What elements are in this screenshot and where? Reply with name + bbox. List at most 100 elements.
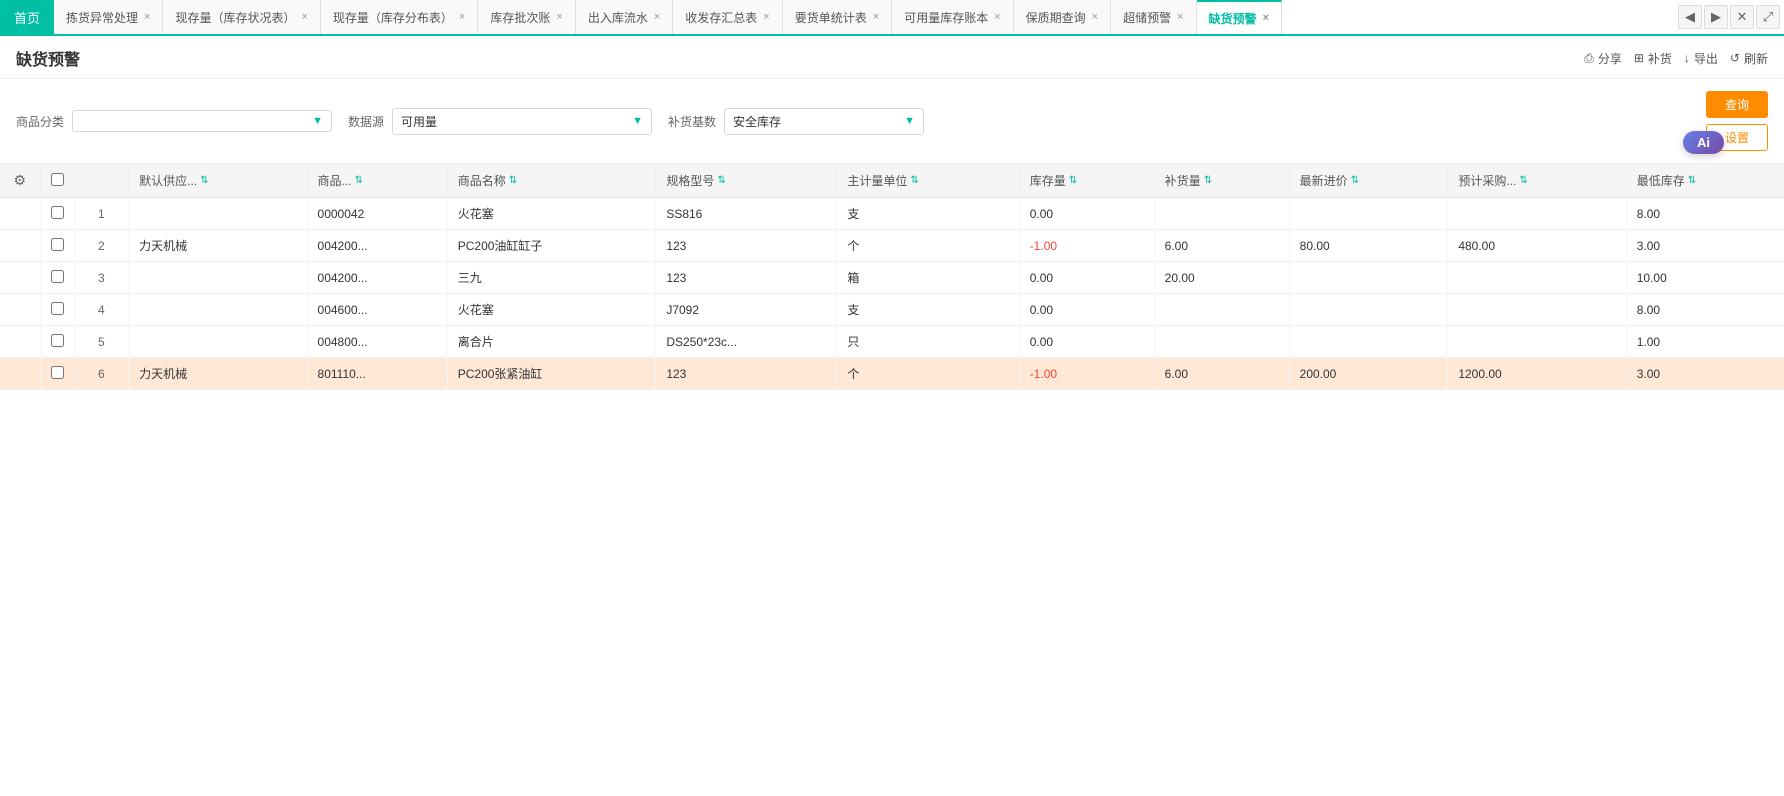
replenish-button[interactable]: ⊞ 补货 xyxy=(1634,50,1672,67)
table-row[interactable]: 6 力天机械 801110... PC200张紧油缸 123 个 -1.00 6… xyxy=(0,358,1784,390)
export-button[interactable]: ↓ 导出 xyxy=(1684,50,1718,67)
cell-replenish-4 xyxy=(1154,326,1289,358)
refresh-button[interactable]: ↺ 刷新 xyxy=(1730,50,1768,67)
filter-bar: 商品分类 ▼ 数据源 可用量 ▼ 补货基数 安全库存 ▼ 查询 设置 xyxy=(0,79,1784,164)
replenish-base-arrow-icon: ▼ xyxy=(904,115,915,127)
cell-checkbox-4[interactable] xyxy=(40,326,74,358)
tab-overstock-close[interactable]: × xyxy=(1177,11,1183,23)
cell-num-1: 2 xyxy=(74,230,129,262)
tab-batch-account[interactable]: 库存批次账 × xyxy=(478,0,575,34)
refresh-icon: ↺ xyxy=(1730,51,1740,65)
datasource-select[interactable]: 可用量 ▼ xyxy=(392,108,652,135)
table-row[interactable]: 5 004800... 离合片 DS250*23c... 只 0.00 1.00 xyxy=(0,326,1784,358)
th-stock[interactable]: 库存量 ⇅ xyxy=(1019,164,1154,198)
cell-spec-2: 123 xyxy=(656,262,837,294)
table-row[interactable]: 2 力天机械 004200... PC200油缸缸子 123 个 -1.00 6… xyxy=(0,230,1784,262)
cell-num-0: 1 xyxy=(74,198,129,230)
tab-next-button[interactable]: ▶ xyxy=(1704,5,1728,29)
code-sort-icon: ⇅ xyxy=(355,175,363,186)
cell-num-2: 3 xyxy=(74,262,129,294)
category-arrow-icon: ▼ xyxy=(312,115,323,127)
tab-exception[interactable]: 拣货异常处理 × xyxy=(54,0,163,34)
ai-badge[interactable]: Ai xyxy=(1683,131,1724,154)
th-gear: ⚙ xyxy=(0,164,40,198)
datasource-value: 可用量 xyxy=(401,113,437,130)
query-button[interactable]: 查询 xyxy=(1706,91,1768,118)
th-est-purchase[interactable]: 预计采购... ⇅ xyxy=(1448,164,1626,198)
tab-demand-stats[interactable]: 要货单统计表 × xyxy=(783,0,892,34)
th-unit[interactable]: 主计量单位 ⇅ xyxy=(837,164,1019,198)
table-row[interactable]: 3 004200... 三九 123 箱 0.00 20.00 10.00 xyxy=(0,262,1784,294)
tab-inout-flow[interactable]: 出入库流水 × xyxy=(576,0,673,34)
tab-expiry-query-label: 保质期查询 xyxy=(1026,9,1086,26)
tab-close-all-button[interactable]: ✕ xyxy=(1730,5,1754,29)
cell-replenish-1: 6.00 xyxy=(1154,230,1289,262)
tab-inventory-status-close[interactable]: × xyxy=(301,11,307,23)
th-replenish[interactable]: 补货量 ⇅ xyxy=(1154,164,1289,198)
tab-shortage[interactable]: 缺货预警 × xyxy=(1197,0,1282,34)
page-title: 缺货预警 xyxy=(16,46,80,70)
cell-latest-price-0 xyxy=(1289,198,1448,230)
cell-stock-0: 0.00 xyxy=(1019,198,1154,230)
cell-checkbox-1[interactable] xyxy=(40,230,74,262)
tab-inout-flow-close[interactable]: × xyxy=(654,11,660,23)
tab-fullscreen-button[interactable]: ⤢ xyxy=(1756,5,1780,29)
table-row[interactable]: 1 0000042 火花塞 SS816 支 0.00 8.00 xyxy=(0,198,1784,230)
cell-stock-1: -1.00 xyxy=(1019,230,1154,262)
th-name[interactable]: 商品名称 ⇅ xyxy=(447,164,656,198)
refresh-label: 刷新 xyxy=(1744,50,1768,67)
cell-code-1: 004200... xyxy=(307,230,447,262)
share-icon: ⎙ xyxy=(1584,51,1594,66)
tab-expiry-query-close[interactable]: × xyxy=(1092,11,1098,23)
tab-available-ledger[interactable]: 可用量库存账本 × xyxy=(892,0,1013,34)
tab-demand-stats-close[interactable]: × xyxy=(873,11,879,23)
tab-shortage-label: 缺货预警 xyxy=(1209,10,1257,27)
share-button[interactable]: ⎙ 分享 xyxy=(1584,50,1622,67)
export-icon: ↓ xyxy=(1684,51,1690,65)
replenish-base-select[interactable]: 安全库存 ▼ xyxy=(724,108,924,135)
th-code-label: 商品... xyxy=(318,172,352,189)
column-settings-icon[interactable]: ⚙ xyxy=(13,172,26,188)
select-all-checkbox[interactable] xyxy=(51,173,64,186)
th-code[interactable]: 商品... ⇅ xyxy=(307,164,447,198)
th-latest-price-label: 最新进价 xyxy=(1300,172,1348,189)
tab-controls: ◀ ▶ ✕ ⤢ xyxy=(1674,5,1784,29)
cell-supplier-5: 力天机械 xyxy=(129,358,307,390)
tab-shortage-close[interactable]: × xyxy=(1263,12,1269,24)
tab-exception-close[interactable]: × xyxy=(144,11,150,23)
cell-min-stock-1: 3.00 xyxy=(1626,230,1784,262)
cell-min-stock-4: 1.00 xyxy=(1626,326,1784,358)
cell-code-2: 004200... xyxy=(307,262,447,294)
cell-checkbox-3[interactable] xyxy=(40,294,74,326)
cell-checkbox-0[interactable] xyxy=(40,198,74,230)
tab-overstock[interactable]: 超储预警 × xyxy=(1111,0,1196,34)
category-select[interactable]: ▼ xyxy=(72,110,332,132)
tab-expiry-query[interactable]: 保质期查询 × xyxy=(1014,0,1111,34)
tab-inventory-dist[interactable]: 现存量（库存分布表） × xyxy=(321,0,478,34)
tab-inventory-status[interactable]: 现存量（库存状况表） × xyxy=(163,0,320,34)
page-content: 缺货预警 ⎙ 分享 ⊞ 补货 ↓ 导出 ↺ 刷新 商品分类 xyxy=(0,36,1784,796)
filter-datasource: 数据源 可用量 ▼ xyxy=(348,108,652,135)
cell-unit-4: 只 xyxy=(837,326,1019,358)
tab-prev-button[interactable]: ◀ xyxy=(1678,5,1702,29)
th-latest-price[interactable]: 最新进价 ⇅ xyxy=(1289,164,1448,198)
cell-checkbox-5[interactable] xyxy=(40,358,74,390)
th-spec[interactable]: 规格型号 ⇅ xyxy=(656,164,837,198)
th-supplier[interactable]: 默认供应... ⇅ xyxy=(129,164,307,198)
header-actions: ⎙ 分享 ⊞ 补货 ↓ 导出 ↺ 刷新 xyxy=(1584,50,1768,67)
min-stock-sort-icon: ⇅ xyxy=(1688,175,1696,186)
tab-batch-account-close[interactable]: × xyxy=(556,11,562,23)
tab-receive-summary[interactable]: 收发存汇总表 × xyxy=(673,0,782,34)
tab-receive-summary-close[interactable]: × xyxy=(763,11,769,23)
tab-home[interactable]: 首页 xyxy=(0,0,54,34)
cell-latest-price-3 xyxy=(1289,294,1448,326)
table-row[interactable]: 4 004600... 火花塞 J7092 支 0.00 8.00 xyxy=(0,294,1784,326)
th-min-stock-label: 最低库存 xyxy=(1637,172,1685,189)
replenish-icon: ⊞ xyxy=(1634,51,1644,65)
th-min-stock[interactable]: 最低库存 ⇅ xyxy=(1626,164,1784,198)
cell-checkbox-2[interactable] xyxy=(40,262,74,294)
tab-inventory-dist-close[interactable]: × xyxy=(459,11,465,23)
cell-code-0: 0000042 xyxy=(307,198,447,230)
tab-available-ledger-close[interactable]: × xyxy=(994,11,1000,23)
th-name-label: 商品名称 xyxy=(458,172,506,189)
